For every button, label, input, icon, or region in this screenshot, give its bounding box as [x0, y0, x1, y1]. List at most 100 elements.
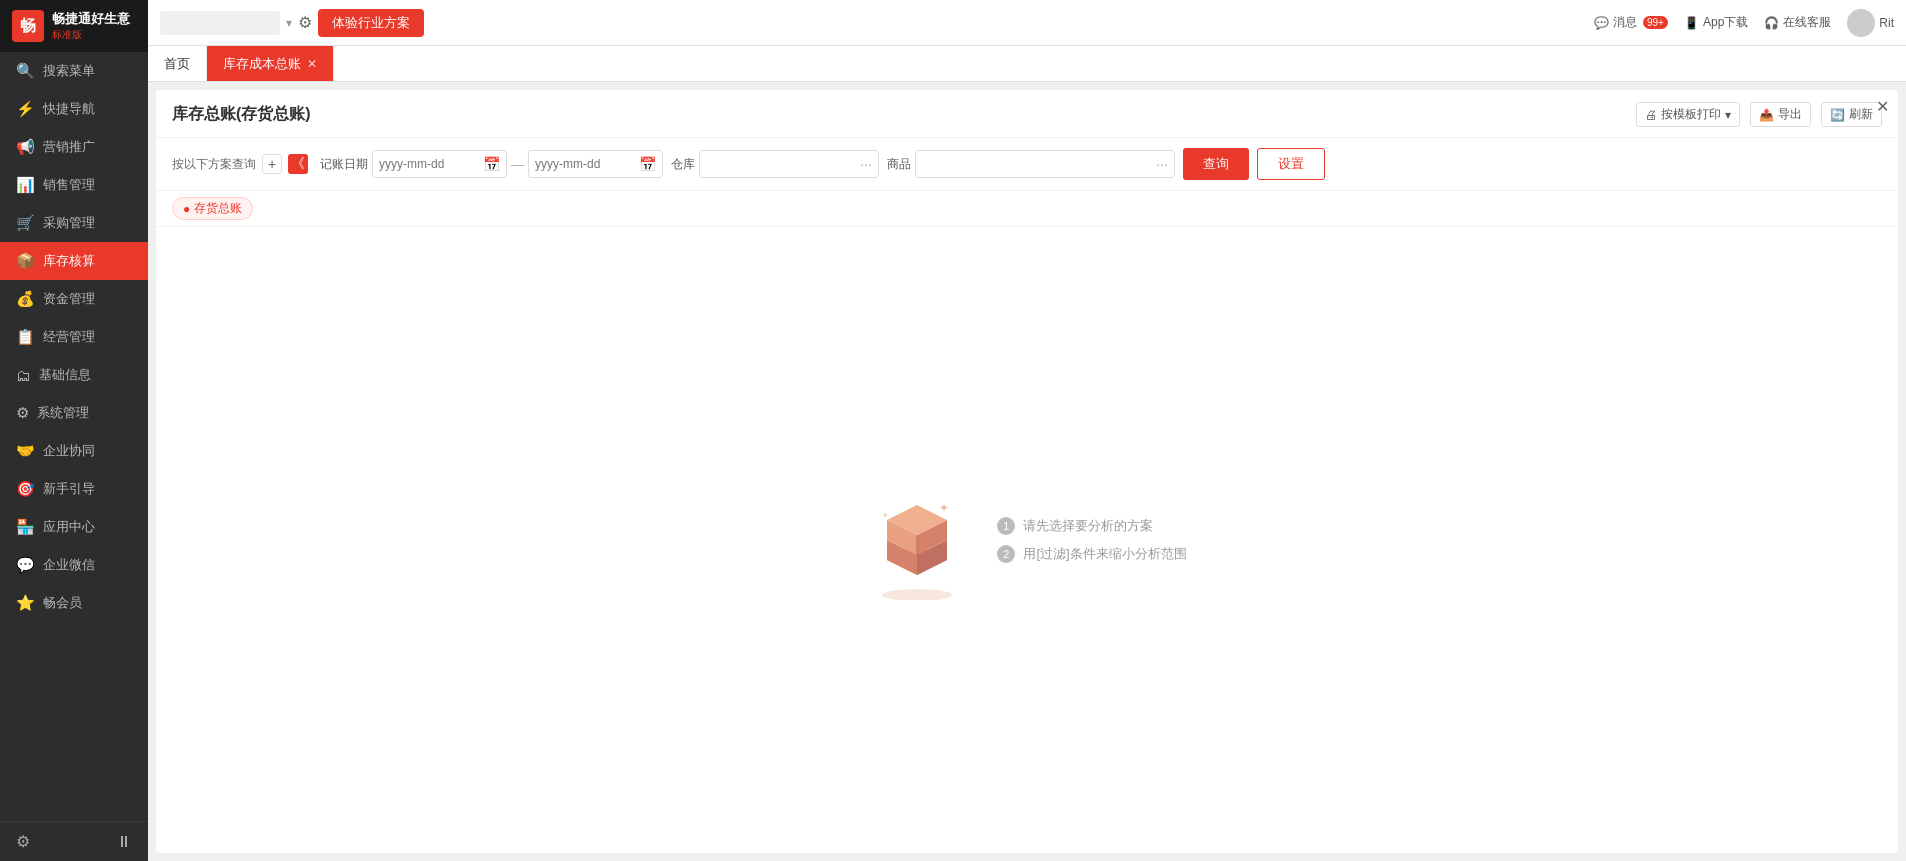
export-btn[interactable]: 📤 导出 [1750, 102, 1811, 127]
sidebar-item-search[interactable]: 🔍 搜索菜单 [0, 52, 148, 90]
messages-badge: 99+ [1643, 16, 1668, 29]
topbar-right: 💬 消息 99+ 📱 App下载 🎧 在线客服 Rit [1594, 9, 1894, 37]
app-download-label: App下载 [1703, 14, 1748, 31]
sidebar-item-label: 采购管理 [43, 214, 95, 232]
brand-name: 畅捷通好生意 [52, 10, 130, 28]
empty-illustration: ✦ ✦ [867, 490, 967, 590]
date-end-text[interactable] [535, 157, 635, 171]
scheme-tag-icon: ● [183, 202, 190, 216]
member-icon: ⭐ [16, 594, 35, 612]
calendar-start-icon[interactable]: 📅 [483, 156, 500, 172]
scheme-area: ● 存货总账 [156, 191, 1898, 227]
empty-state: ✦ ✦ 1 请先选择要分析的方案 2 用[过滤]条件来缩小分析范围 [156, 227, 1898, 853]
query-btn[interactable]: 查询 [1183, 148, 1249, 180]
wechat-icon: 💬 [16, 556, 35, 574]
filter-collapse-btn[interactable]: 《 [288, 154, 308, 174]
date-end-input[interactable]: 📅 [528, 150, 663, 178]
sidebar-item-basic[interactable]: 🗂 基础信息 [0, 356, 148, 394]
sidebar-logo: 畅 畅捷通好生意 标准版 [0, 0, 148, 52]
avatar [1847, 9, 1875, 37]
empty-svg: ✦ ✦ [867, 490, 967, 600]
filter-dash: — [511, 157, 524, 172]
scheme-tag[interactable]: ● 存货总账 [172, 197, 253, 220]
sidebar-item-guide[interactable]: 🎯 新手引导 [0, 470, 148, 508]
cooperation-icon: 🤝 [16, 442, 35, 460]
logo-icon: 畅 [12, 10, 44, 42]
sidebar-item-inventory[interactable]: 📦 库存核算 [0, 242, 148, 280]
sidebar-item-sales[interactable]: 📊 销售管理 [0, 166, 148, 204]
tab-home[interactable]: 首页 [148, 46, 207, 81]
topbar-settings-icon[interactable]: ⚙ [298, 13, 312, 32]
sidebar-item-marketing[interactable]: 📢 营销推广 [0, 128, 148, 166]
search-icon: 🔍 [16, 62, 35, 80]
sidebar: 畅 畅捷通好生意 标准版 🔍 搜索菜单 ⚡ 快捷导航 📢 营销推广 📊 销售管理… [0, 0, 148, 861]
message-icon: 💬 [1594, 16, 1609, 30]
hint-text-2: 用[过滤]条件来缩小分析范围 [1023, 545, 1186, 563]
filter-label-text: 按以下方案查询 [172, 156, 256, 173]
topbar-nav: ▾ ⚙ 体验行业方案 [160, 9, 1586, 37]
sidebar-item-label: 企业协同 [43, 442, 95, 460]
empty-hints: 1 请先选择要分析的方案 2 用[过滤]条件来缩小分析范围 [997, 517, 1186, 563]
tab-inventory-ledger[interactable]: 库存成本总账 ✕ [207, 46, 334, 81]
settings-icon[interactable]: ⚙ [16, 832, 30, 851]
warehouse-input[interactable]: ··· [699, 150, 879, 178]
online-service-label: 在线客服 [1783, 14, 1831, 31]
filter-add-btn[interactable]: + [262, 154, 282, 174]
filter-warehouse-field: 仓库 ··· [671, 150, 879, 178]
sidebar-item-system[interactable]: ⚙ 系统管理 [0, 394, 148, 432]
sidebar-item-appstore[interactable]: 🏪 应用中心 [0, 508, 148, 546]
phone-icon: 📱 [1684, 16, 1699, 30]
sidebar-item-operation[interactable]: 📋 经营管理 [0, 318, 148, 356]
sidebar-item-shortcut[interactable]: ⚡ 快捷导航 [0, 90, 148, 128]
appstore-icon: 🏪 [16, 518, 35, 536]
scheme-tag-label: 存货总账 [194, 200, 242, 217]
goods-input[interactable]: ··· [915, 150, 1175, 178]
svg-point-0 [882, 589, 952, 600]
goods-label: 商品 [887, 156, 911, 173]
filter-date-field: 记账日期 📅 — 📅 [320, 150, 663, 178]
calendar-end-icon[interactable]: 📅 [639, 156, 656, 172]
messages-label: 消息 [1613, 14, 1637, 31]
page-header: 库存总账(存货总账) 🖨 按模板打印 ▾ 📤 导出 🔄 刷新 [156, 90, 1898, 138]
filter-goods-field: 商品 ··· [887, 150, 1175, 178]
system-icon: ⚙ [16, 404, 29, 422]
tabs-bar: 首页 库存成本总账 ✕ [148, 46, 1906, 82]
sidebar-item-finance[interactable]: 💰 资金管理 [0, 280, 148, 318]
settings-btn[interactable]: 设置 [1257, 148, 1325, 180]
sidebar-item-label: 畅会员 [43, 594, 82, 612]
app-download-btn[interactable]: 📱 App下载 [1684, 14, 1748, 31]
date-start-input[interactable]: 📅 [372, 150, 507, 178]
sidebar-nav: 🔍 搜索菜单 ⚡ 快捷导航 📢 营销推广 📊 销售管理 🛒 采购管理 📦 库存核… [0, 52, 148, 821]
date-start-text[interactable] [379, 157, 479, 171]
guide-icon: 🎯 [16, 480, 35, 498]
page-header-actions: 🖨 按模板打印 ▾ 📤 导出 🔄 刷新 [1636, 102, 1882, 127]
messages-btn[interactable]: 💬 消息 99+ [1594, 14, 1668, 31]
online-service-btn[interactable]: 🎧 在线客服 [1764, 14, 1831, 31]
tab-close-btn[interactable]: ✕ [307, 57, 317, 71]
refresh-icon: 🔄 [1830, 108, 1845, 122]
industry-btn[interactable]: 体验行业方案 [318, 9, 424, 37]
filter-label-area: 按以下方案查询 + 《 [172, 154, 308, 174]
sidebar-item-cooperation[interactable]: 🤝 企业协同 [0, 432, 148, 470]
goods-more-icon[interactable]: ··· [1156, 156, 1168, 172]
user-info[interactable]: Rit [1847, 9, 1894, 37]
sidebar-item-purchase[interactable]: 🛒 采购管理 [0, 204, 148, 242]
collapse-icon[interactable]: ⏸ [116, 833, 132, 851]
marketing-icon: 📢 [16, 138, 35, 156]
print-btn[interactable]: 🖨 按模板打印 ▾ [1636, 102, 1740, 127]
sidebar-item-member[interactable]: ⭐ 畅会员 [0, 584, 148, 622]
panel-close-btn[interactable]: ✕ [1866, 90, 1898, 122]
export-icon: 📤 [1759, 108, 1774, 122]
svg-text:✦: ✦ [882, 511, 889, 520]
warehouse-more-icon[interactable]: ··· [860, 156, 872, 172]
sidebar-item-wechat[interactable]: 💬 企业微信 [0, 546, 148, 584]
shortcut-icon: ⚡ [16, 100, 35, 118]
sidebar-footer: ⚙ ⏸ [0, 821, 148, 861]
sidebar-item-label: 系统管理 [37, 404, 89, 422]
inventory-icon: 📦 [16, 252, 35, 270]
headset-icon: 🎧 [1764, 16, 1779, 30]
sidebar-item-label: 营销推广 [43, 138, 95, 156]
nav-dropdown-arrow[interactable]: ▾ [286, 16, 292, 30]
nav-placeholder [160, 11, 280, 35]
filter-section: 按以下方案查询 + 《 记账日期 📅 — 📅 [156, 138, 1898, 191]
